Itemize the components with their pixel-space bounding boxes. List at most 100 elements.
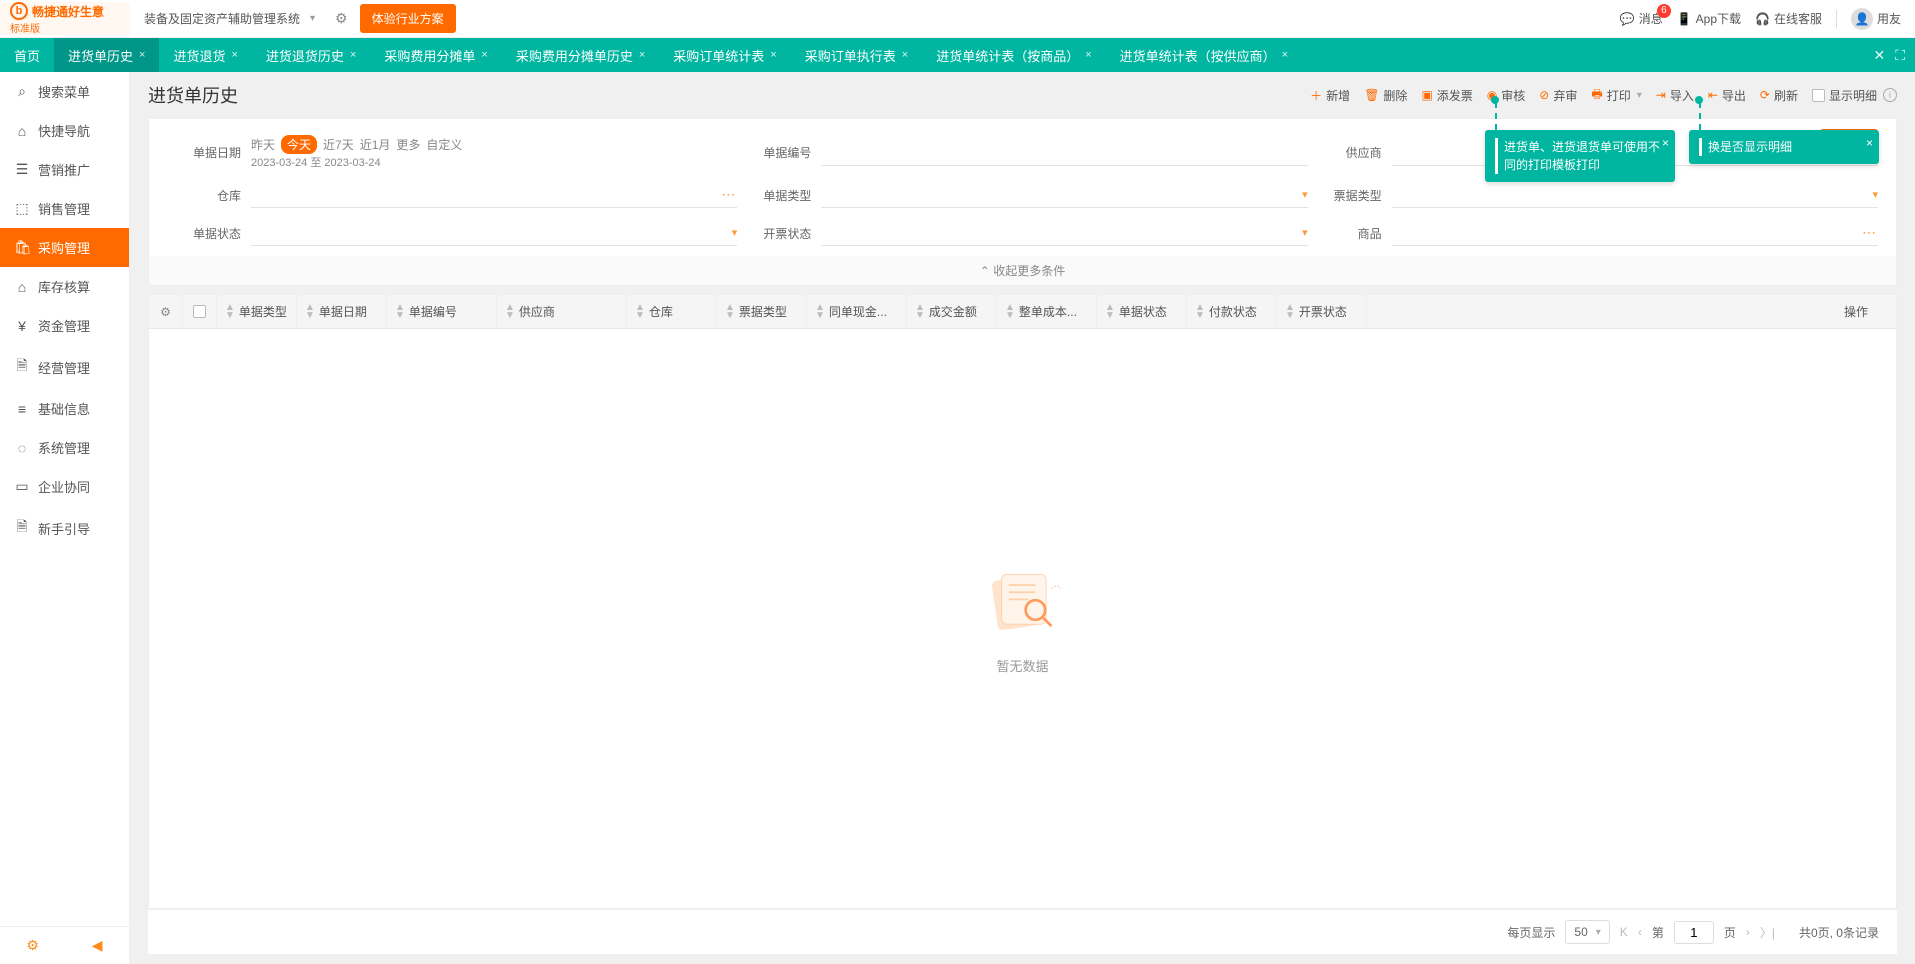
tab-4[interactable]: 采购费用分摊单× [370, 38, 501, 72]
date-tag-2[interactable]: 近7天 [323, 136, 354, 153]
close-icon[interactable]: × [1282, 49, 1288, 61]
show-detail-toggle[interactable]: 显示明细i [1812, 87, 1897, 104]
close-icon[interactable]: × [1662, 134, 1669, 152]
column-header[interactable]: ▲▼供应商 [497, 295, 627, 328]
sidebar-item-6[interactable]: ¥资金管理 [0, 306, 129, 345]
sidebar-item-7[interactable]: 🗎经营管理 [0, 345, 129, 389]
sidebar-item-9[interactable]: ◌系统管理 [0, 428, 129, 467]
gear-icon[interactable]: ⚙ [329, 10, 354, 27]
brand-logo: b 畅捷通好生意 标准版 [0, 2, 130, 35]
per-page-select[interactable]: 50 ▾ [1565, 920, 1609, 944]
export-button[interactable]: ⇤导出 [1708, 87, 1746, 104]
tab-6[interactable]: 采购订单统计表× [659, 38, 790, 72]
date-tag-5[interactable]: 自定义 [426, 136, 462, 153]
close-icon[interactable]: × [902, 49, 908, 61]
sidebar-item-5[interactable]: ⌂库存核算 [0, 267, 129, 306]
close-icon[interactable]: × [1866, 134, 1873, 152]
print-icon: 🖶 [1591, 85, 1602, 106]
print-tip-text: 进货单、进货退货单可使用不同的打印模板打印 [1495, 138, 1665, 174]
sidebar-item-1[interactable]: ⌂快捷导航 [0, 111, 129, 150]
first-page-button[interactable]: K [1620, 925, 1628, 939]
filter-product[interactable]: 商品 ⋯ [1308, 214, 1878, 252]
tab-7[interactable]: 采购订单执行表× [791, 38, 922, 72]
warehouse-select[interactable]: ⋯ [251, 182, 737, 208]
filter-doc-no[interactable]: 单据编号 [737, 129, 1307, 176]
column-header[interactable]: ▲▼票据类型 [717, 295, 807, 328]
app-download-button[interactable]: 📱 App下载 [1677, 10, 1741, 27]
tab-8[interactable]: 进货单统计表（按商品）× [922, 38, 1105, 72]
page-number-input[interactable] [1674, 921, 1714, 944]
column-header[interactable]: ▲▼开票状态 [1277, 295, 1367, 328]
delete-button[interactable]: 🗑删除 [1364, 87, 1407, 104]
filter-label: 单据状态 [167, 225, 251, 242]
invoice-type-select[interactable]: ▾ [1392, 182, 1878, 208]
add-invoice-button[interactable]: ▣添发票 [1421, 87, 1472, 104]
bill-status-select[interactable]: ▾ [821, 220, 1307, 246]
column-header[interactable]: ▲▼单据编号 [387, 295, 497, 328]
sidebar-item-11[interactable]: 🗎新手引导 [0, 506, 129, 550]
sidebar-item-10[interactable]: ▭企业协同 [0, 467, 129, 506]
close-all-tabs-icon[interactable]: ✕ [1873, 47, 1885, 64]
column-header[interactable]: ▲▼成交金额 [907, 295, 997, 328]
add-button[interactable]: ＋新增 [1310, 87, 1350, 104]
try-plan-button[interactable]: 体验行业方案 [360, 4, 456, 33]
chat-icon: 💬 [1620, 12, 1635, 26]
close-icon[interactable]: × [350, 49, 356, 61]
close-icon[interactable]: × [231, 49, 237, 61]
import-button[interactable]: ⇥导入 [1656, 87, 1694, 104]
column-header[interactable]: ▲▼同单现金... [807, 295, 907, 328]
table-settings-button[interactable]: ⚙ [149, 295, 183, 328]
date-tag-3[interactable]: 近1月 [360, 136, 391, 153]
column-header[interactable]: ▲▼单据类型 [217, 295, 297, 328]
settings-icon[interactable]: ⚙ [26, 937, 39, 954]
tab-0[interactable]: 首页 [0, 38, 54, 72]
filter-doc-type[interactable]: 单据类型 ▾ [737, 176, 1307, 214]
filter-doc-status[interactable]: 单据状态 ▾ [167, 214, 737, 252]
select-all-checkbox[interactable] [183, 295, 217, 328]
column-header[interactable]: ▲▼整单成本... [997, 295, 1097, 328]
product-select[interactable]: ⋯ [1392, 220, 1878, 246]
last-page-button[interactable]: 〉| [1760, 924, 1775, 941]
messages-button[interactable]: 💬 消息 6 [1620, 10, 1663, 27]
refresh-button[interactable]: ⟳刷新 [1760, 87, 1798, 104]
tab-9[interactable]: 进货单统计表（按供应商）× [1106, 38, 1302, 72]
user-menu[interactable]: 👤 用友 [1851, 8, 1901, 30]
sidebar-item-0[interactable]: ⌕搜索菜单 [0, 72, 129, 111]
fullscreen-icon[interactable]: ⛶ [1895, 47, 1905, 64]
tab-2[interactable]: 进货退货× [159, 38, 251, 72]
date-tag-1[interactable]: 今天 [281, 135, 317, 154]
prev-page-button[interactable]: ‹ [1638, 925, 1642, 939]
sidebar-item-8[interactable]: ≡基础信息 [0, 389, 129, 428]
print-button[interactable]: 🖶打印▾ [1591, 85, 1641, 106]
tab-1[interactable]: 进货单历史× [54, 38, 159, 72]
date-tag-4[interactable]: 更多 [396, 136, 420, 153]
tab-5[interactable]: 采购费用分摊单历史× [502, 38, 659, 72]
doc-status-select[interactable]: ▾ [251, 220, 737, 246]
unaudit-button[interactable]: ⊘弃审 [1539, 87, 1577, 104]
sidebar-item-3[interactable]: ⬚销售管理 [0, 189, 129, 228]
column-header[interactable]: ▲▼单据状态 [1097, 295, 1187, 328]
filter-bill-status[interactable]: 开票状态 ▾ [737, 214, 1307, 252]
close-icon[interactable]: × [639, 49, 645, 61]
system-selector[interactable]: 装备及固定资产辅助管理系统 ▾ [130, 10, 329, 27]
column-header[interactable]: ▲▼仓库 [627, 295, 717, 328]
filter-label: 票据类型 [1308, 187, 1392, 204]
collapse-filters-button[interactable]: ⌃ 收起更多条件 [149, 256, 1896, 285]
sidebar-item-4[interactable]: 🛍采购管理 [0, 228, 129, 267]
close-icon[interactable]: × [770, 49, 776, 61]
online-support-button[interactable]: 🎧 在线客服 [1755, 10, 1822, 27]
doc-no-input[interactable] [821, 140, 1307, 166]
sort-icon: ▲▼ [1285, 304, 1295, 320]
column-header[interactable]: ▲▼单据日期 [297, 295, 387, 328]
date-tag-0[interactable]: 昨天 [251, 136, 275, 153]
doc-type-select[interactable]: ▾ [821, 182, 1307, 208]
tab-3[interactable]: 进货退货历史× [252, 38, 370, 72]
close-icon[interactable]: × [481, 49, 487, 61]
close-icon[interactable]: × [1085, 49, 1091, 61]
next-page-button[interactable]: › [1746, 925, 1750, 939]
sidebar-item-2[interactable]: ☰营销推广 [0, 150, 129, 189]
close-icon[interactable]: × [139, 49, 145, 61]
collapse-sidebar-icon[interactable]: ◀ [92, 937, 103, 954]
filter-warehouse[interactable]: 仓库 ⋯ [167, 176, 737, 214]
column-header[interactable]: ▲▼付款状态 [1187, 295, 1277, 328]
